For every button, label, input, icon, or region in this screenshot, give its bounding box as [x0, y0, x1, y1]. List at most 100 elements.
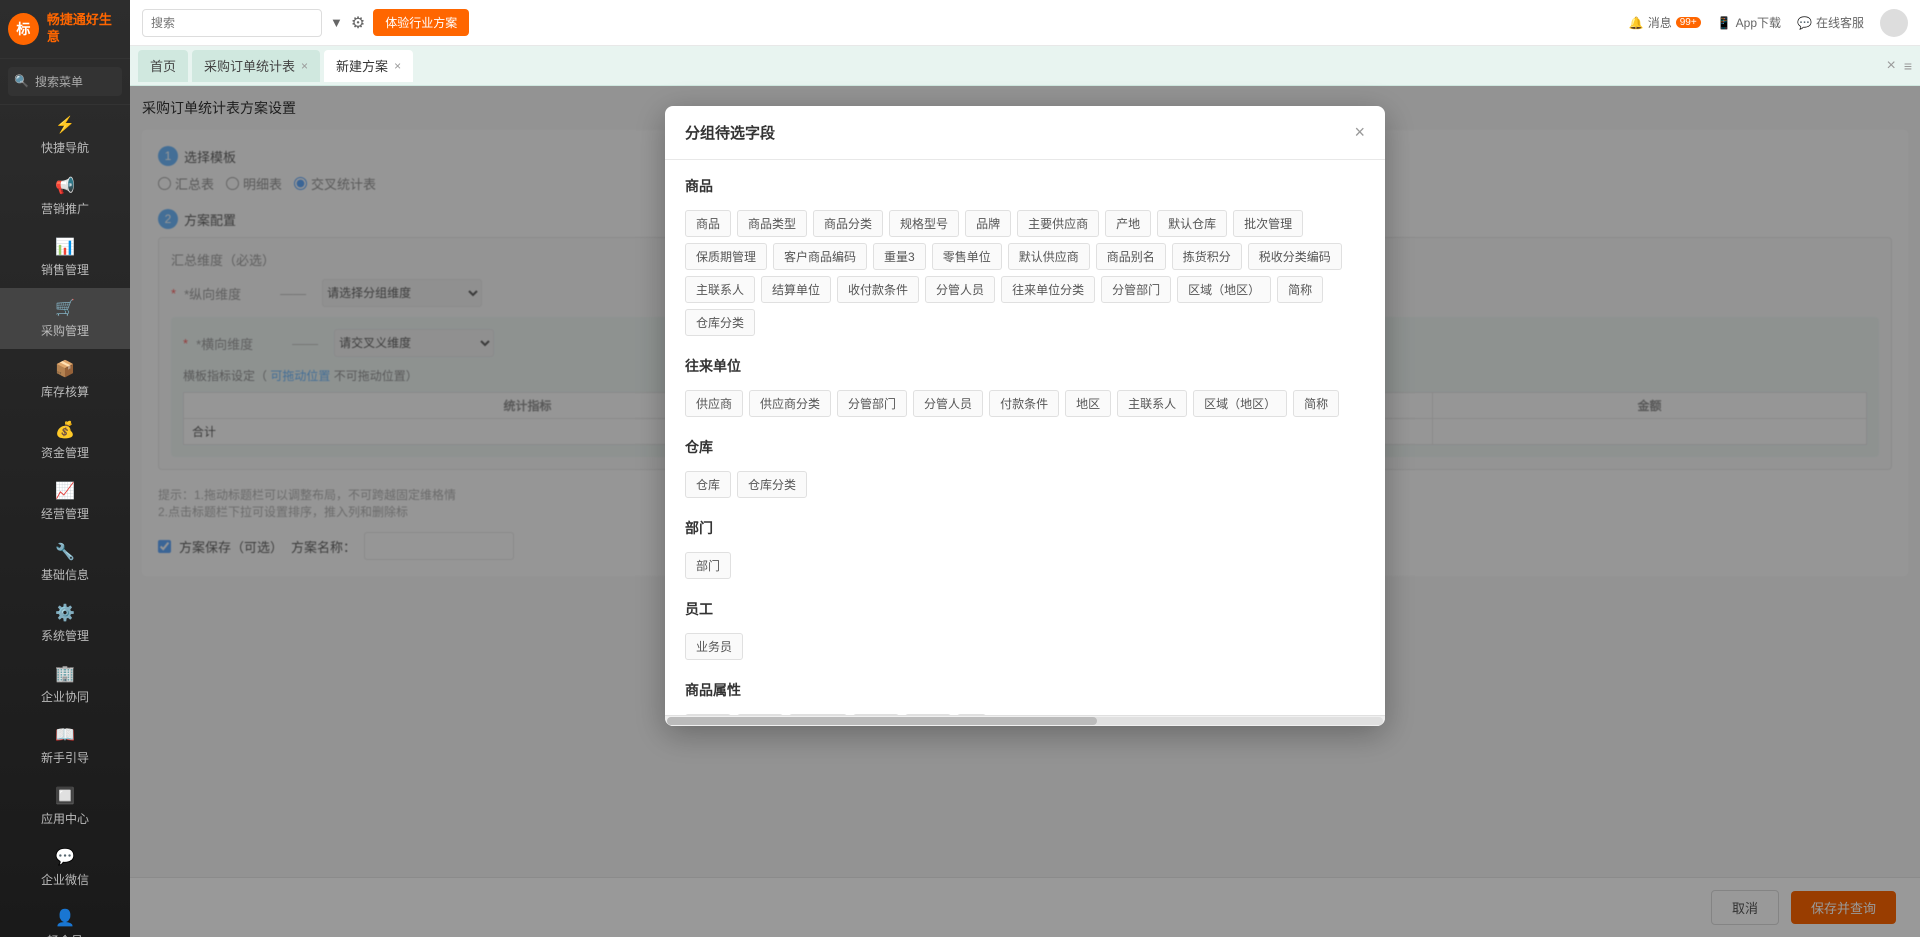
- field-btn-重量3[interactable]: 重量3: [873, 243, 926, 270]
- field-btn-地区[interactable]: 地区: [1065, 390, 1111, 417]
- field-btn-零售单位[interactable]: 零售单位: [932, 243, 1002, 270]
- marketing-icon: 📢: [55, 176, 75, 196]
- field-btn-品牌[interactable]: 品牌: [965, 210, 1011, 237]
- field-btn-商品[interactable]: 商品: [685, 210, 731, 237]
- download-icon: 📱: [1717, 16, 1732, 30]
- field-btn-默认供应商[interactable]: 默认供应商: [1008, 243, 1090, 270]
- online-service-item[interactable]: 💬 在线客服: [1797, 14, 1864, 31]
- field-btn-分管部门[interactable]: 分管部门: [837, 390, 907, 417]
- topbar-arrow-icon[interactable]: ▼: [330, 15, 343, 30]
- field-grid-product: 商品商品类型商品分类规格型号品牌主要供应商产地默认仓库批次管理保质期管理客户商品…: [685, 210, 1365, 336]
- search-menu-button[interactable]: 🔍 搜索菜单: [8, 67, 122, 96]
- field-btn-产地[interactable]: 产地: [1105, 210, 1151, 237]
- app-download-item[interactable]: 📱 App下载: [1717, 14, 1781, 31]
- sidebar-search-area: 🔍 搜索菜单: [0, 59, 130, 105]
- nav-tabs: 首页 采购订单统计表 × 新建方案 × × ≡: [130, 46, 1920, 86]
- finance-icon: 💰: [55, 420, 75, 440]
- field-btn-主联系人[interactable]: 主联系人: [1117, 390, 1187, 417]
- sidebar-item-quick-nav[interactable]: ⚡ 快捷导航: [0, 105, 130, 166]
- section-title-product-attr: 商品属性: [685, 680, 1365, 704]
- modal-close-button[interactable]: ×: [1354, 122, 1365, 143]
- field-btn-简称[interactable]: 简称: [1293, 390, 1339, 417]
- tab-home[interactable]: 首页: [138, 50, 188, 82]
- sidebar-item-sales[interactable]: 📊 销售管理: [0, 227, 130, 288]
- modal-body[interactable]: 商品商品商品类型商品分类规格型号品牌主要供应商产地默认仓库批次管理保质期管理客户…: [665, 160, 1385, 715]
- field-btn-税收分类编码[interactable]: 税收分类编码: [1248, 243, 1342, 270]
- scrollbar-track: [667, 717, 1383, 725]
- field-btn-客户商品编码[interactable]: 客户商品编码: [773, 243, 867, 270]
- user-avatar[interactable]: [1880, 9, 1908, 37]
- tab-purchase-stats[interactable]: 采购订单统计表 ×: [192, 50, 320, 82]
- logo-icon: 标: [8, 13, 39, 45]
- section-title-warehouse: 仓库: [685, 437, 1365, 461]
- experience-plan-button[interactable]: 体验行业方案: [373, 9, 469, 36]
- field-btn-结算单位[interactable]: 结算单位: [761, 276, 831, 303]
- sidebar-item-apps[interactable]: 🔲 应用中心: [0, 776, 130, 837]
- guide-icon: 📖: [55, 725, 75, 745]
- sidebar-item-finance[interactable]: 💰 资金管理: [0, 410, 130, 471]
- field-grid-department: 部门: [685, 552, 1365, 579]
- field-btn-商品分类[interactable]: 商品分类: [813, 210, 883, 237]
- tab-new-plan[interactable]: 新建方案 ×: [324, 50, 413, 82]
- field-btn-规格型号[interactable]: 规格型号: [889, 210, 959, 237]
- field-btn-商品类型[interactable]: 商品类型: [737, 210, 807, 237]
- purchase-icon: 🛒: [55, 298, 75, 318]
- notice-badge: 99+: [1676, 17, 1701, 28]
- field-btn-区域（地区）[interactable]: 区域（地区）: [1177, 276, 1271, 303]
- sidebar-item-operation[interactable]: 📈 经营管理: [0, 471, 130, 532]
- section-product-attr: 商品属性属性颜色多规格尺码鞋码1: [685, 680, 1365, 715]
- tabs-close-all-icon[interactable]: ×: [1886, 57, 1895, 75]
- logo-name: 畅捷通好生意: [47, 12, 122, 46]
- section-product: 商品商品商品类型商品分类规格型号品牌主要供应商产地默认仓库批次管理保质期管理客户…: [685, 176, 1365, 336]
- field-btn-分管部门[interactable]: 分管部门: [1101, 276, 1171, 303]
- topbar-right: 🔔 消息 99+ 📱 App下载 💬 在线客服: [1629, 9, 1908, 37]
- modal-overlay: 分组待选字段 × 商品商品商品类型商品分类规格型号品牌主要供应商产地默认仓库批次…: [130, 86, 1920, 937]
- field-btn-仓库[interactable]: 仓库: [685, 471, 731, 498]
- sidebar-item-corp[interactable]: 🏢 企业协同: [0, 654, 130, 715]
- field-btn-仓库分类[interactable]: 仓库分类: [685, 309, 755, 336]
- section-title-counterpart: 往来单位: [685, 356, 1365, 380]
- field-btn-分管人员[interactable]: 分管人员: [925, 276, 995, 303]
- field-btn-仓库分类[interactable]: 仓库分类: [737, 471, 807, 498]
- field-btn-拣货积分[interactable]: 拣货积分: [1172, 243, 1242, 270]
- field-btn-主联系人[interactable]: 主联系人: [685, 276, 755, 303]
- section-title-department: 部门: [685, 518, 1365, 542]
- sidebar-item-guide[interactable]: 📖 新手引导: [0, 715, 130, 776]
- sidebar-item-member[interactable]: 👤 畅会员: [0, 898, 130, 937]
- field-btn-保质期管理[interactable]: 保质期管理: [685, 243, 767, 270]
- sidebar-item-purchase[interactable]: 🛒 采购管理: [0, 288, 130, 349]
- sidebar-item-basic[interactable]: 🔧 基础信息: [0, 532, 130, 593]
- sidebar-item-wechat[interactable]: 💬 企业微信: [0, 837, 130, 898]
- tab-new-plan-close[interactable]: ×: [394, 59, 401, 73]
- sidebar-item-marketing[interactable]: 📢 营销推广: [0, 166, 130, 227]
- field-btn-业务员[interactable]: 业务员: [685, 633, 743, 660]
- scrollbar-thumb: [667, 717, 1097, 725]
- tabs-menu-icon[interactable]: ≡: [1904, 58, 1912, 74]
- notice-item[interactable]: 🔔 消息 99+: [1629, 14, 1701, 31]
- topbar-search-input[interactable]: [142, 9, 322, 37]
- field-btn-供应商分类[interactable]: 供应商分类: [749, 390, 831, 417]
- field-btn-收付款条件[interactable]: 收付款条件: [837, 276, 919, 303]
- member-icon: 👤: [55, 908, 75, 928]
- field-btn-主要供应商[interactable]: 主要供应商: [1017, 210, 1099, 237]
- field-btn-供应商[interactable]: 供应商: [685, 390, 743, 417]
- field-btn-付款条件[interactable]: 付款条件: [989, 390, 1059, 417]
- field-btn-部门[interactable]: 部门: [685, 552, 731, 579]
- sales-icon: 📊: [55, 237, 75, 257]
- field-btn-默认仓库[interactable]: 默认仓库: [1157, 210, 1227, 237]
- modal-header: 分组待选字段 ×: [665, 106, 1385, 160]
- tab-purchase-stats-close[interactable]: ×: [301, 59, 308, 73]
- field-btn-分管人员[interactable]: 分管人员: [913, 390, 983, 417]
- section-staff: 员工业务员: [685, 599, 1365, 660]
- sidebar-item-inventory[interactable]: 📦 库存核算: [0, 349, 130, 410]
- modal-horizontal-scrollbar[interactable]: [665, 715, 1385, 726]
- topbar-settings-icon[interactable]: ⚙: [351, 13, 365, 33]
- field-grid-staff: 业务员: [685, 633, 1365, 660]
- field-btn-批次管理[interactable]: 批次管理: [1233, 210, 1303, 237]
- topbar: ▼ ⚙ 体验行业方案 🔔 消息 99+ 📱 App下载 💬 在线客服: [130, 0, 1920, 46]
- field-btn-区域（地区）[interactable]: 区域（地区）: [1193, 390, 1287, 417]
- field-btn-商品别名[interactable]: 商品别名: [1096, 243, 1166, 270]
- sidebar-item-system[interactable]: ⚙️ 系统管理: [0, 593, 130, 654]
- field-btn-简称[interactable]: 简称: [1277, 276, 1323, 303]
- field-btn-往来单位分类[interactable]: 往来单位分类: [1001, 276, 1095, 303]
